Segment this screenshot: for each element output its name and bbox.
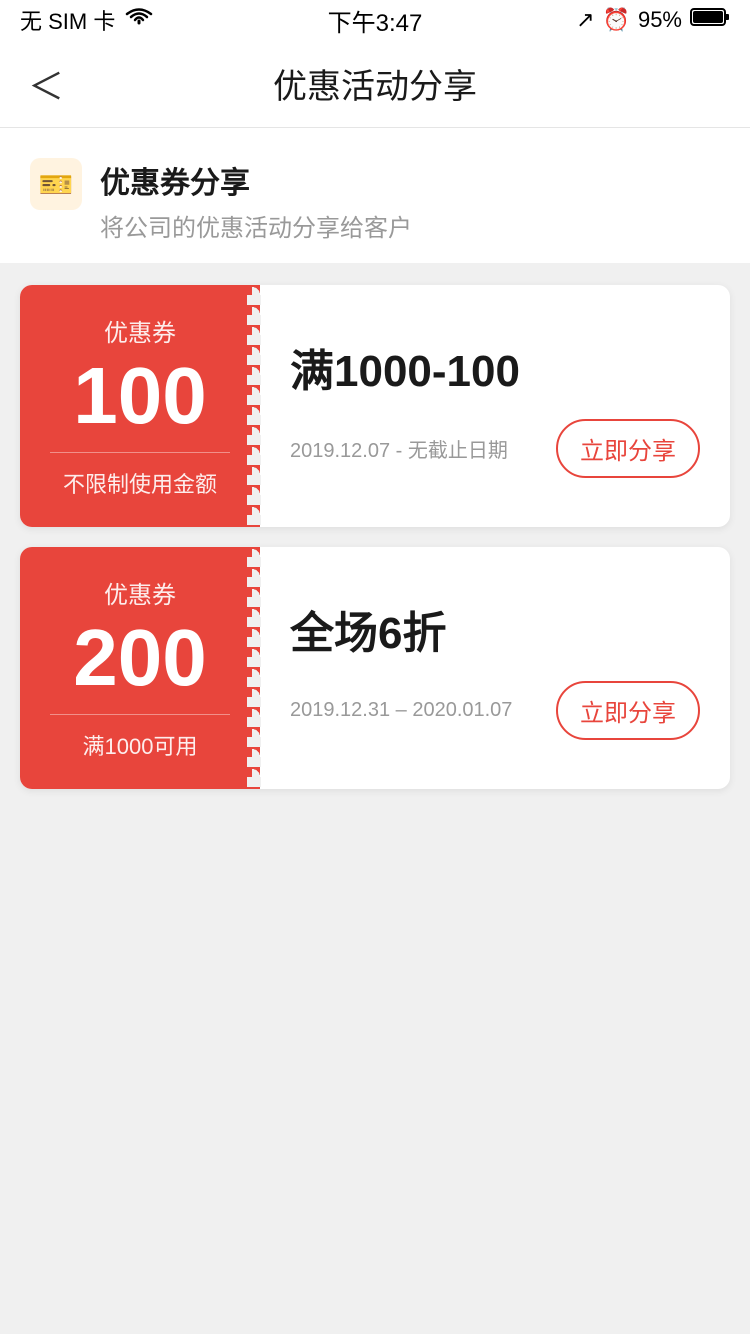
coupon-label-2: 优惠券	[104, 575, 176, 610]
battery-text: 95%	[638, 7, 682, 33]
coupon-label-1: 优惠券	[104, 313, 176, 348]
coupon-amount-1: 100	[73, 356, 206, 436]
status-bar: 无 SIM 卡 下午3:47 ↗ ⏰ 95%	[0, 0, 750, 40]
coupon-condition-1: 不限制使用金额	[63, 467, 217, 499]
coupon-date-1: 2019.12.07 - 无截止日期	[290, 434, 546, 463]
coupon-card-1: 优惠券 100 不限制使用金额 满1000-100 2019.12.07 - 无…	[20, 285, 730, 527]
section-title: 优惠券分享	[100, 158, 412, 202]
coupon-bottom-1: 2019.12.07 - 无截止日期 立即分享	[290, 419, 700, 478]
share-button-1[interactable]: 立即分享	[556, 419, 700, 478]
coupon-right-1: 满1000-100 2019.12.07 - 无截止日期 立即分享	[260, 285, 730, 527]
coupon-section-icon: 🎫	[30, 158, 82, 210]
coupon-divider-1	[50, 452, 230, 453]
coupon-list: 优惠券 100 不限制使用金额 满1000-100 2019.12.07 - 无…	[0, 265, 750, 809]
status-right: ↗ ⏰ 95%	[576, 7, 730, 33]
wifi-icon	[125, 7, 153, 33]
coupon-left-1: 优惠券 100 不限制使用金额	[20, 285, 260, 527]
coupon-condition-2: 满1000可用	[83, 729, 198, 761]
coupon-title-2: 全场6折	[290, 597, 700, 661]
section-header: 🎫 优惠券分享 将公司的优惠活动分享给客户	[0, 128, 750, 263]
status-time: 下午3:47	[328, 3, 423, 38]
nav-bar: ＜ 优惠活动分享	[0, 40, 750, 128]
section-subtitle: 将公司的优惠活动分享给客户	[100, 208, 412, 243]
carrier-text: 无 SIM 卡	[20, 4, 115, 36]
coupon-amount-2: 200	[73, 618, 206, 698]
coupon-left-2: 优惠券 200 满1000可用	[20, 547, 260, 789]
coupon-date-2: 2019.12.31 – 2020.01.07	[290, 699, 546, 722]
coupon-divider-2	[50, 714, 230, 715]
coupon-title-1: 满1000-100	[290, 335, 700, 399]
battery-icon	[690, 7, 730, 33]
section-text: 优惠券分享 将公司的优惠活动分享给客户	[100, 158, 412, 243]
coupon-right-2: 全场6折 2019.12.31 – 2020.01.07 立即分享	[260, 547, 730, 789]
status-left: 无 SIM 卡	[20, 4, 153, 36]
share-button-2[interactable]: 立即分享	[556, 681, 700, 740]
location-icon: ↗	[576, 7, 594, 33]
page-title: 优惠活动分享	[273, 59, 477, 108]
coupon-card-2: 优惠券 200 满1000可用 全场6折 2019.12.31 – 2020.0…	[20, 547, 730, 789]
back-button[interactable]: ＜	[28, 58, 64, 110]
coupon-bottom-2: 2019.12.31 – 2020.01.07 立即分享	[290, 681, 700, 740]
alarm-icon: ⏰	[603, 7, 630, 33]
